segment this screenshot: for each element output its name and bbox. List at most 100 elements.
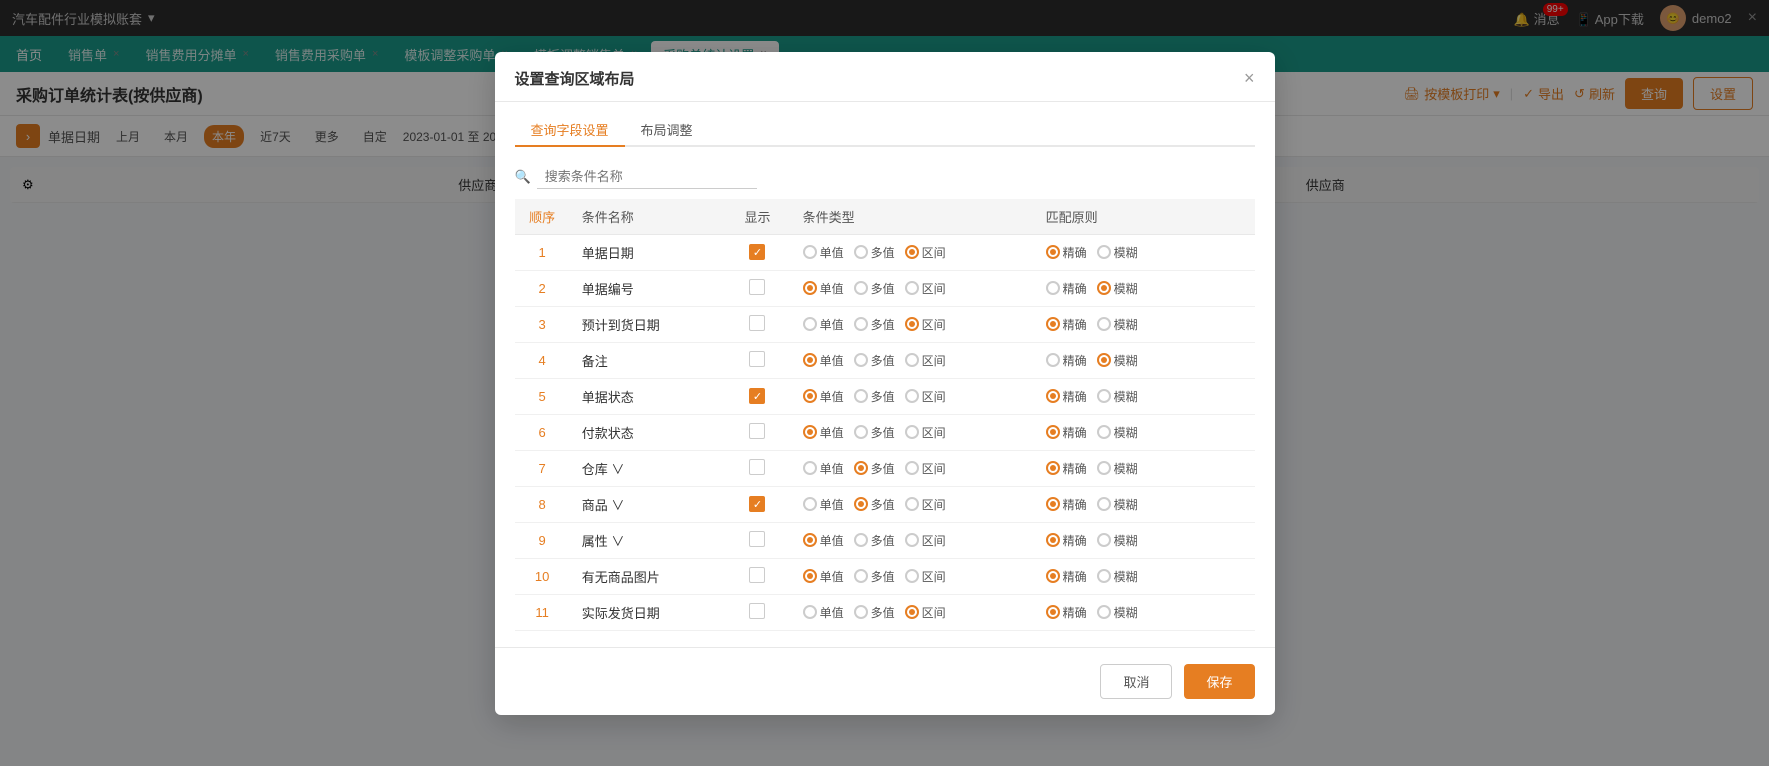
radio-label: 单值 [820, 280, 844, 297]
checkbox[interactable] [749, 423, 765, 439]
row-show-checkbox[interactable]: ✓ [724, 234, 790, 270]
cancel-btn[interactable]: 取消 [1100, 664, 1172, 699]
row-show-checkbox[interactable] [724, 558, 790, 594]
radio-match-item[interactable]: 精确 [1046, 532, 1087, 549]
radio-label: 多值 [871, 460, 895, 477]
radio-dot [1097, 533, 1111, 547]
radio-type-item[interactable]: 单值 [803, 496, 844, 513]
row-show-checkbox[interactable] [724, 306, 790, 342]
radio-match-item[interactable]: 精确 [1046, 388, 1087, 405]
radio-match-item[interactable]: 模糊 [1097, 244, 1138, 261]
radio-label: 多值 [871, 316, 895, 333]
radio-type-item[interactable]: 多值 [854, 496, 895, 513]
modal-tab-layout[interactable]: 布局调整 [625, 114, 709, 147]
radio-match-item[interactable]: 精确 [1046, 352, 1087, 369]
radio-type-item[interactable]: 多值 [854, 424, 895, 441]
radio-type-item[interactable]: 单值 [803, 604, 844, 621]
checkbox[interactable] [749, 315, 765, 331]
radio-type-item[interactable]: 多值 [854, 460, 895, 477]
row-show-checkbox[interactable] [724, 270, 790, 306]
radio-label: 精确 [1063, 244, 1087, 261]
radio-type-item[interactable]: 多值 [854, 316, 895, 333]
radio-type-item[interactable]: 区间 [905, 352, 946, 369]
radio-match-item[interactable]: 模糊 [1097, 568, 1138, 585]
row-show-checkbox[interactable] [724, 594, 790, 630]
radio-dot [854, 389, 868, 403]
radio-type-item[interactable]: 单值 [803, 244, 844, 261]
radio-match-item[interactable]: 精确 [1046, 424, 1087, 441]
radio-label: 模糊 [1114, 532, 1138, 549]
row-show-checkbox[interactable]: ✓ [724, 378, 790, 414]
radio-type-item[interactable]: 区间 [905, 244, 946, 261]
row-name: 备注 [570, 342, 725, 378]
modal-tab-query-fields[interactable]: 查询字段设置 [515, 114, 625, 147]
checkbox[interactable]: ✓ [749, 244, 765, 260]
radio-type-item[interactable]: 单值 [803, 460, 844, 477]
checkbox[interactable]: ✓ [749, 496, 765, 512]
radio-label: 区间 [922, 568, 946, 585]
radio-type-item[interactable]: 单值 [803, 388, 844, 405]
radio-match-item[interactable]: 模糊 [1097, 460, 1138, 477]
radio-type-item[interactable]: 单值 [803, 280, 844, 297]
radio-dot [1097, 245, 1111, 259]
radio-match-item[interactable]: 精确 [1046, 496, 1087, 513]
radio-type-item[interactable]: 多值 [854, 604, 895, 621]
radio-type-item[interactable]: 区间 [905, 316, 946, 333]
checkbox[interactable] [749, 351, 765, 367]
row-show-checkbox[interactable] [724, 522, 790, 558]
radio-type-item[interactable]: 区间 [905, 604, 946, 621]
checkbox[interactable]: ✓ [749, 388, 765, 404]
radio-type-item[interactable]: 多值 [854, 352, 895, 369]
radio-match-item[interactable]: 模糊 [1097, 352, 1138, 369]
radio-match-item[interactable]: 精确 [1046, 604, 1087, 621]
radio-match-item[interactable]: 模糊 [1097, 604, 1138, 621]
radio-type-item[interactable]: 单值 [803, 568, 844, 585]
checkbox[interactable] [749, 459, 765, 475]
row-show-checkbox[interactable] [724, 342, 790, 378]
radio-type-item[interactable]: 区间 [905, 280, 946, 297]
checkbox[interactable] [749, 531, 765, 547]
radio-match-item[interactable]: 精确 [1046, 460, 1087, 477]
save-btn[interactable]: 保存 [1184, 664, 1254, 699]
radio-type-item[interactable]: 区间 [905, 532, 946, 549]
radio-type-item[interactable]: 区间 [905, 388, 946, 405]
radio-match-item[interactable]: 精确 [1046, 244, 1087, 261]
radio-match-item[interactable]: 模糊 [1097, 280, 1138, 297]
radio-label: 多值 [871, 388, 895, 405]
radio-type-item[interactable]: 多值 [854, 280, 895, 297]
radio-match-item[interactable]: 模糊 [1097, 316, 1138, 333]
radio-label: 精确 [1063, 604, 1087, 621]
radio-dot [854, 425, 868, 439]
radio-dot [1097, 317, 1111, 331]
radio-type-item[interactable]: 多值 [854, 532, 895, 549]
radio-type-item[interactable]: 多值 [854, 568, 895, 585]
radio-match-item[interactable]: 模糊 [1097, 496, 1138, 513]
radio-match-item[interactable]: 精确 [1046, 316, 1087, 333]
radio-type-item[interactable]: 单值 [803, 352, 844, 369]
radio-type-item[interactable]: 区间 [905, 460, 946, 477]
radio-match-item[interactable]: 模糊 [1097, 388, 1138, 405]
radio-label: 模糊 [1114, 316, 1138, 333]
row-show-checkbox[interactable] [724, 414, 790, 450]
checkbox[interactable] [749, 603, 765, 619]
row-show-checkbox[interactable] [724, 450, 790, 486]
radio-type-item[interactable]: 区间 [905, 424, 946, 441]
radio-type-item[interactable]: 区间 [905, 496, 946, 513]
radio-type-item[interactable]: 单值 [803, 316, 844, 333]
modal-close-btn[interactable]: × [1244, 69, 1255, 87]
checkbox[interactable] [749, 279, 765, 295]
radio-match-item[interactable]: 精确 [1046, 280, 1087, 297]
radio-type-item[interactable]: 单值 [803, 532, 844, 549]
row-show-checkbox[interactable]: ✓ [724, 486, 790, 522]
checkbox[interactable] [749, 567, 765, 583]
radio-type-item[interactable]: 多值 [854, 388, 895, 405]
radio-type-item[interactable]: 单值 [803, 424, 844, 441]
radio-type-item[interactable]: 多值 [854, 244, 895, 261]
radio-match-item[interactable]: 模糊 [1097, 532, 1138, 549]
radio-match-item[interactable]: 模糊 [1097, 424, 1138, 441]
radio-type-item[interactable]: 区间 [905, 568, 946, 585]
radio-match-item[interactable]: 精确 [1046, 568, 1087, 585]
radio-dot [803, 281, 817, 295]
search-input[interactable] [537, 165, 757, 189]
row-order: 10 [515, 558, 570, 594]
